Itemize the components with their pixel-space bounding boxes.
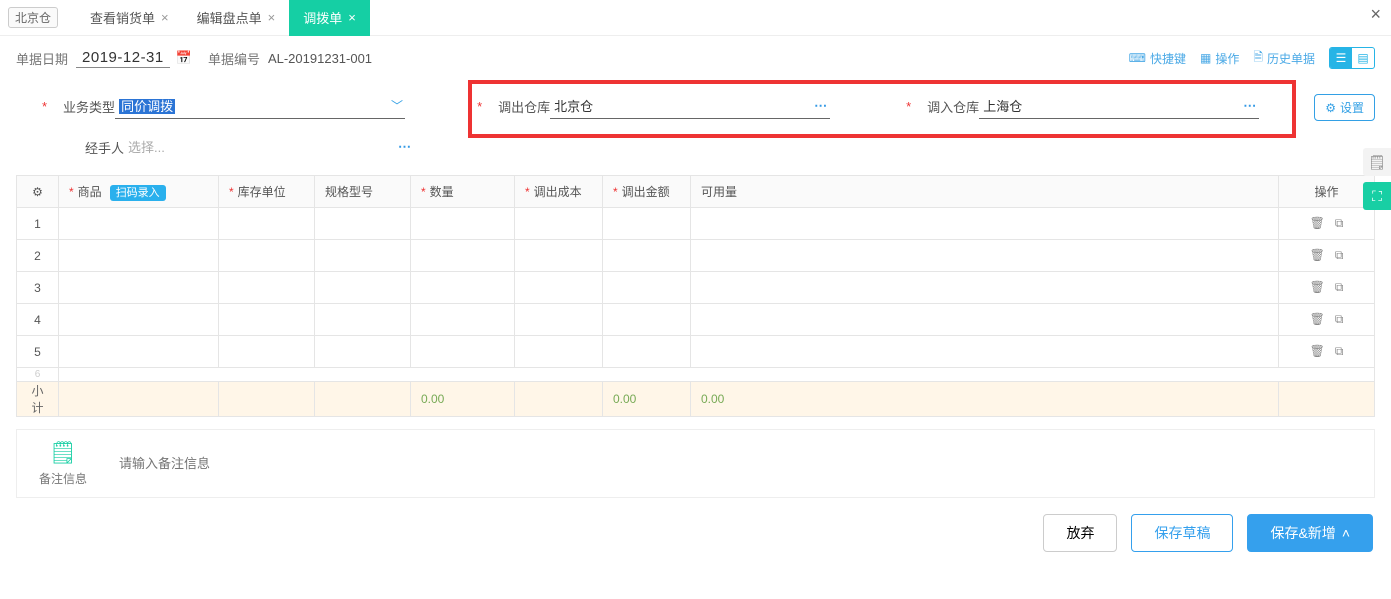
remark-label: 备注信息 <box>17 470 109 487</box>
history-link[interactable]: 🗎历史单据 <box>1253 48 1315 69</box>
biz-type-select[interactable]: 同价调拨 ﹀ <box>115 94 405 119</box>
delete-icon[interactable]: 🗑 <box>1310 248 1325 262</box>
out-warehouse-select[interactable]: 北京仓 ⋯ <box>550 94 830 119</box>
tab-label: 调拨单 <box>303 8 342 27</box>
delete-icon[interactable]: 🗑 <box>1310 344 1325 358</box>
note-icon: 🗒 <box>17 440 109 466</box>
agent-label: 经手人 <box>52 138 124 157</box>
biz-type-label: 业务类型 <box>51 97 115 116</box>
close-icon[interactable]: × <box>268 10 276 25</box>
table-row[interactable]: 2🗑⧉ <box>17 240 1375 272</box>
metabar: 单据日期 2019-12-31 📅 单据编号 AL-20191231-001 ⌨… <box>0 36 1391 80</box>
more-icon[interactable]: ⋯ <box>1243 98 1257 114</box>
delete-icon[interactable]: 🗑 <box>1310 216 1325 230</box>
gear-icon[interactable]: ⚙ <box>17 176 59 208</box>
in-wh-label: 调入仓库 <box>915 97 979 116</box>
date-label: 单据日期 <box>16 49 68 68</box>
required-marker: * <box>906 99 911 114</box>
copy-icon[interactable]: ⧉ <box>1335 312 1344 326</box>
grid-icon: ▦ <box>1200 51 1211 65</box>
note-float-icon[interactable]: 🗒 <box>1363 148 1391 176</box>
close-icon[interactable]: × <box>348 10 356 25</box>
shortcut-link[interactable]: ⌨快捷键 <box>1129 50 1186 67</box>
remark-section: 🗒 备注信息 <box>16 429 1375 498</box>
date-value[interactable]: 2019-12-31 <box>76 49 170 68</box>
list-view-icon[interactable]: ☰ <box>1330 48 1352 68</box>
col-operation: 操作 <box>1279 176 1375 208</box>
form-row-1: * 业务类型 同价调拨 ﹀ * 调出仓库 北京仓 ⋯ * 调入仓库 上海仓 ⋯ … <box>16 86 1375 127</box>
table-row[interactable]: 3🗑⧉ <box>17 272 1375 304</box>
side-float: 🗒 ⛶ <box>1363 148 1391 210</box>
footer: 放弃 保存草稿 保存&新增 ˄ <box>0 498 1391 568</box>
table-row[interactable]: 4🗑⧉ <box>17 304 1375 336</box>
save-draft-button[interactable]: 保存草稿 <box>1131 514 1233 552</box>
discard-button[interactable]: 放弃 <box>1043 514 1117 552</box>
delete-icon[interactable]: 🗑 <box>1310 280 1325 294</box>
more-icon[interactable]: ⋯ <box>814 98 828 114</box>
remark-input[interactable] <box>109 446 1374 481</box>
copy-icon[interactable]: ⧉ <box>1335 344 1344 358</box>
col-out-cost: *调出成本 <box>515 176 603 208</box>
document-icon: 🗎 <box>1253 48 1263 69</box>
tab-transfer-order[interactable]: 调拨单 × <box>289 0 370 36</box>
docno-value: AL-20191231-001 <box>268 51 372 66</box>
col-available: 可用量 <box>691 176 1279 208</box>
close-icon[interactable]: × <box>161 10 169 25</box>
card-view-icon[interactable]: ▤ <box>1352 48 1374 68</box>
more-icon[interactable]: ⋯ <box>398 139 412 155</box>
operate-link[interactable]: ▦操作 <box>1200 50 1239 67</box>
copy-icon[interactable]: ⧉ <box>1335 216 1344 230</box>
expand-icon[interactable]: ⛶ <box>1363 182 1391 210</box>
settings-button[interactable]: ⚙ 设置 <box>1314 94 1375 121</box>
tab-inventory-edit[interactable]: 编辑盘点单 × <box>183 0 290 36</box>
chevron-up-icon: ˄ <box>1342 525 1350 541</box>
copy-icon[interactable]: ⧉ <box>1335 248 1344 262</box>
col-unit: *库存单位 <box>219 176 315 208</box>
view-toggle[interactable]: ☰ ▤ <box>1329 47 1375 69</box>
warehouse-tag[interactable]: 北京仓 <box>8 7 58 28</box>
col-qty: *数量 <box>411 176 515 208</box>
close-icon[interactable]: × <box>1370 4 1381 25</box>
table-row[interactable]: 1🗑⧉ <box>17 208 1375 240</box>
calendar-icon[interactable]: 📅 <box>176 50 192 66</box>
save-and-new-button[interactable]: 保存&新增 ˄ <box>1247 514 1373 552</box>
required-marker: * <box>42 99 47 114</box>
items-table: ⚙ *商品扫码录入 *库存单位 规格型号 *数量 *调出成本 *调出金额 可用量… <box>16 175 1375 417</box>
tab-label: 编辑盘点单 <box>197 8 262 27</box>
docno-label: 单据编号 <box>208 49 260 68</box>
col-out-amount: *调出金额 <box>603 176 691 208</box>
form-row-2: 经手人 选择... ⋯ <box>16 127 1375 165</box>
col-product: *商品扫码录入 <box>59 176 219 208</box>
copy-icon[interactable]: ⧉ <box>1335 280 1344 294</box>
tab-sales-order[interactable]: 查看销货单 × <box>76 0 183 36</box>
subtotal-row: 小计 0.00 0.00 0.00 <box>17 382 1375 417</box>
table-row[interactable]: 5🗑⧉ <box>17 336 1375 368</box>
required-marker: * <box>477 99 482 114</box>
in-warehouse-select[interactable]: 上海仓 ⋯ <box>979 94 1259 119</box>
chevron-down-icon: ﹀ <box>391 97 403 114</box>
tab-label: 查看销货单 <box>90 8 155 27</box>
col-spec: 规格型号 <box>315 176 411 208</box>
delete-icon[interactable]: 🗑 <box>1310 312 1325 326</box>
agent-select[interactable]: 选择... ⋯ <box>124 135 414 159</box>
gear-icon: ⚙ <box>1325 101 1336 115</box>
topbar: 北京仓 查看销货单 × 编辑盘点单 × 调拨单 × × <box>0 0 1391 36</box>
out-wh-label: 调出仓库 <box>486 97 550 116</box>
scan-input-button[interactable]: 扫码录入 <box>110 185 166 201</box>
keyboard-icon: ⌨ <box>1129 51 1146 65</box>
